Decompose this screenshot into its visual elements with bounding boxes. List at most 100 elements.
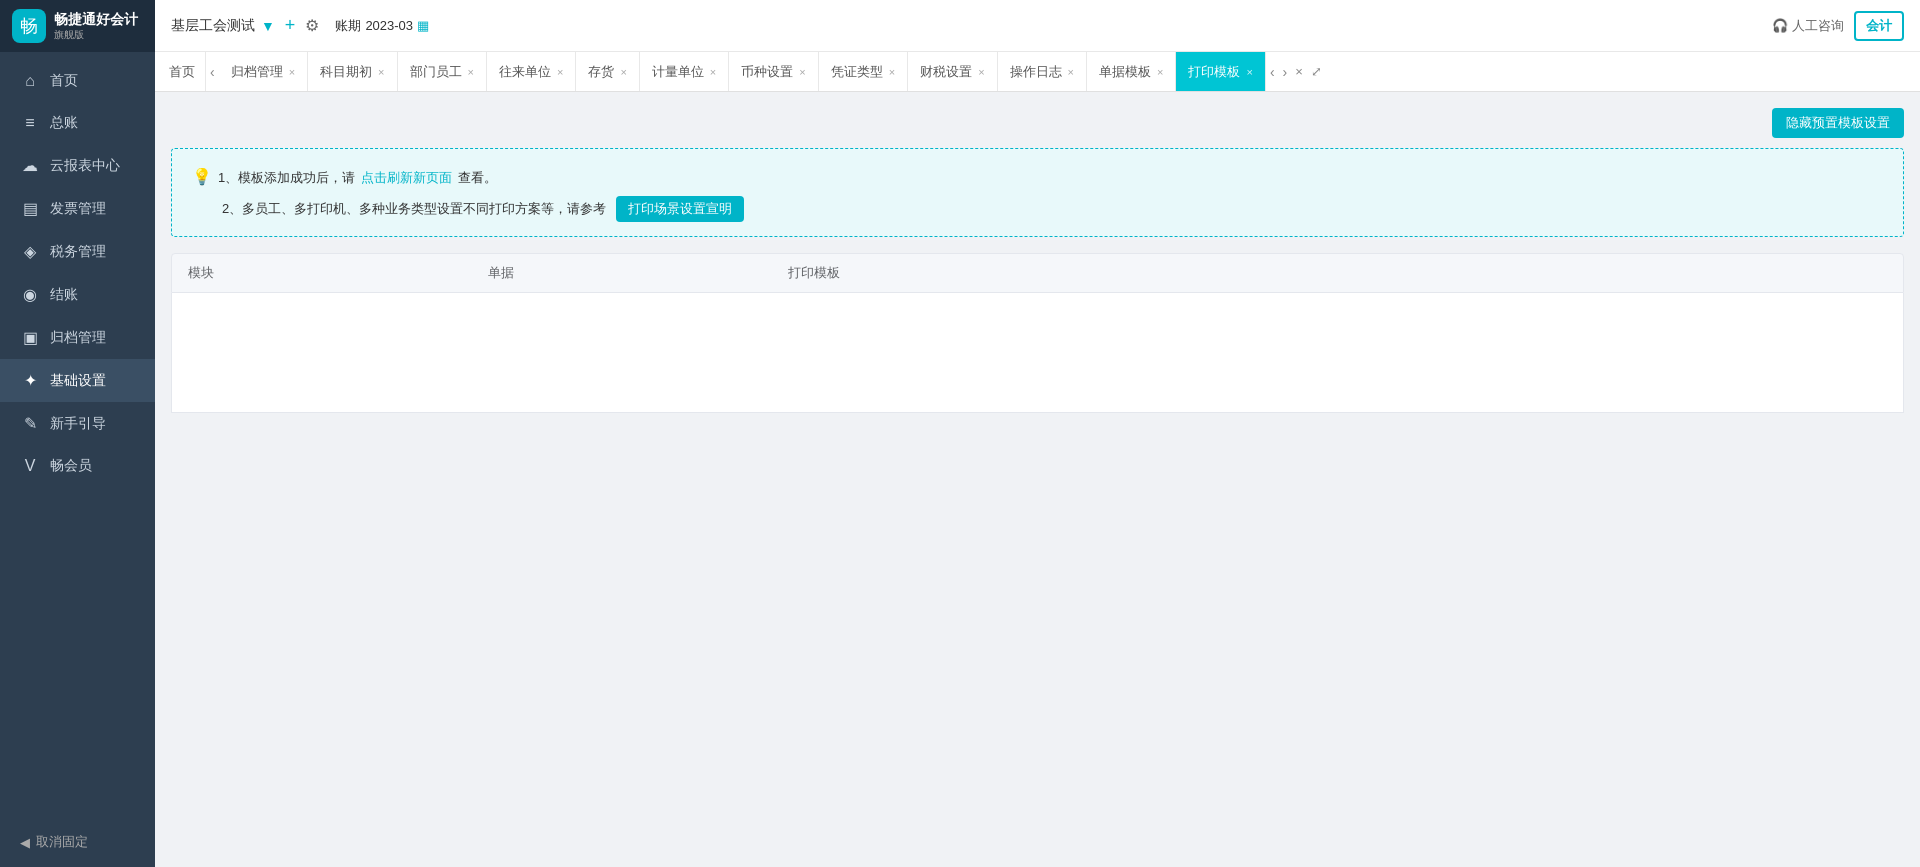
unpin-icon: ◀ bbox=[20, 835, 30, 850]
period-label: 账期 bbox=[335, 17, 361, 35]
tab-voucher[interactable]: 凭证类型 × bbox=[819, 52, 908, 92]
tab-stock-close[interactable]: × bbox=[620, 66, 626, 78]
calendar-icon[interactable]: ▦ bbox=[417, 18, 429, 33]
tab-partner-close[interactable]: × bbox=[557, 66, 563, 78]
tab-prev-icon[interactable]: ‹ bbox=[206, 64, 219, 80]
sidebar-item-settle[interactable]: ◉ 结账 bbox=[0, 273, 155, 316]
sidebar-item-basic[interactable]: ✦ 基础设置 bbox=[0, 359, 155, 402]
tab-tax-set[interactable]: 财税设置 × bbox=[908, 52, 997, 92]
tab-currency-label: 币种设置 bbox=[741, 63, 793, 81]
unpin-label: 取消固定 bbox=[36, 833, 88, 851]
explain-button[interactable]: 打印场景设置宣明 bbox=[616, 196, 744, 222]
topbar: 基层工会测试 ▼ + ⚙ 账期 2023-03 ▦ 🎧 人工咨询 会计 bbox=[155, 0, 1920, 52]
tab-print[interactable]: 打印模板 × bbox=[1176, 52, 1265, 92]
tab-next-btn[interactable]: › bbox=[1279, 64, 1292, 80]
col-module: 模块 bbox=[188, 264, 488, 282]
info-prefix: 1、模板添加成功后，请 bbox=[218, 166, 355, 189]
tab-currency-close[interactable]: × bbox=[799, 66, 805, 78]
logo-subtitle: 旗舰版 bbox=[54, 28, 138, 42]
sidebar-item-archive[interactable]: ▣ 归档管理 bbox=[0, 316, 155, 359]
cloud-icon: ☁ bbox=[20, 156, 40, 175]
tab-oplog[interactable]: 操作日志 × bbox=[998, 52, 1087, 92]
hide-preview-button[interactable]: 隐藏预置模板设置 bbox=[1772, 108, 1904, 138]
kuaiji-label: 会计 bbox=[1866, 18, 1892, 33]
company-dropdown-icon[interactable]: ▼ bbox=[261, 18, 275, 34]
tab-oplog-close[interactable]: × bbox=[1068, 66, 1074, 78]
sidebar-item-guide[interactable]: ✎ 新手引导 bbox=[0, 402, 155, 445]
bulb-icon: 💡 bbox=[192, 163, 212, 192]
tabbar: 首页 ‹ 归档管理 × 科目期初 × 部门员工 × 往来单位 × 存货 × 计量… bbox=[155, 52, 1920, 92]
sidebar-item-tax[interactable]: ◈ 税务管理 bbox=[0, 230, 155, 273]
tab-home[interactable]: 首页 bbox=[159, 52, 206, 92]
settle-icon: ◉ bbox=[20, 285, 40, 304]
refresh-link[interactable]: 点击刷新新页面 bbox=[361, 166, 452, 189]
info-box: 💡 1、模板添加成功后，请 点击刷新新页面 查看。 2、多员工、多打印机、多种业… bbox=[171, 148, 1904, 237]
sidebar-item-label: 税务管理 bbox=[50, 243, 106, 261]
tab-close-all-btn[interactable]: × bbox=[1291, 64, 1307, 79]
tab-bill-close[interactable]: × bbox=[1157, 66, 1163, 78]
tab-stock[interactable]: 存货 × bbox=[576, 52, 639, 92]
col-bill: 单据 bbox=[488, 264, 788, 282]
tab-subject[interactable]: 科目期初 × bbox=[308, 52, 397, 92]
archive-icon: ▣ bbox=[20, 328, 40, 347]
settings-icon[interactable]: ⚙ bbox=[305, 16, 319, 35]
home-icon: ⌂ bbox=[20, 72, 40, 90]
sidebar-item-label: 总账 bbox=[50, 114, 78, 132]
tab-unit-close[interactable]: × bbox=[710, 66, 716, 78]
tab-unit-label: 计量单位 bbox=[652, 63, 704, 81]
sidebar-item-label: 结账 bbox=[50, 286, 78, 304]
add-company-button[interactable]: + bbox=[285, 15, 296, 36]
tab-unit[interactable]: 计量单位 × bbox=[640, 52, 729, 92]
period-value: 2023-03 bbox=[365, 18, 413, 33]
info-suffix: 查看。 bbox=[458, 166, 497, 189]
support-button[interactable]: 🎧 人工咨询 bbox=[1772, 17, 1844, 35]
tab-dept-close[interactable]: × bbox=[468, 66, 474, 78]
tab-archive[interactable]: 归档管理 × bbox=[219, 52, 308, 92]
sidebar-item-ledger[interactable]: ≡ 总账 bbox=[0, 102, 155, 144]
table-body bbox=[171, 293, 1904, 413]
tab-prev-btn[interactable]: ‹ bbox=[1266, 64, 1279, 80]
info-line-2: 2、多员工、多打印机、多种业务类型设置不同打印方案等，请参考 打印场景设置宣明 bbox=[192, 196, 1883, 222]
sidebar-unpin[interactable]: ◀ 取消固定 bbox=[0, 817, 155, 867]
tab-partner-label: 往来单位 bbox=[499, 63, 551, 81]
guide-icon: ✎ bbox=[20, 414, 40, 433]
info-line2-text: 2、多员工、多打印机、多种业务类型设置不同打印方案等，请参考 bbox=[222, 197, 606, 220]
logo-icon: 畅 bbox=[12, 9, 46, 43]
tab-currency[interactable]: 币种设置 × bbox=[729, 52, 818, 92]
tab-home-label: 首页 bbox=[169, 63, 195, 81]
tab-voucher-close[interactable]: × bbox=[889, 66, 895, 78]
content-area: 隐藏预置模板设置 💡 1、模板添加成功后，请 点击刷新新页面 查看。 2、多员工… bbox=[155, 92, 1920, 867]
sidebar-item-label: 基础设置 bbox=[50, 372, 106, 390]
table-header: 模块 单据 打印模板 bbox=[171, 253, 1904, 293]
tab-subject-close[interactable]: × bbox=[378, 66, 384, 78]
sidebar: 畅 畅捷通好会计 旗舰版 ⌂ 首页 ≡ 总账 ☁ 云报表中心 ▤ 发票管理 ◈ … bbox=[0, 0, 155, 867]
sidebar-item-vip[interactable]: V 畅会员 bbox=[0, 445, 155, 487]
tab-archive-close[interactable]: × bbox=[289, 66, 295, 78]
tab-expand-btn[interactable]: ⤢ bbox=[1307, 64, 1326, 79]
tab-print-close[interactable]: × bbox=[1246, 66, 1252, 78]
tab-tax-set-close[interactable]: × bbox=[978, 66, 984, 78]
tab-bill-label: 单据模板 bbox=[1099, 63, 1151, 81]
tab-subject-label: 科目期初 bbox=[320, 63, 372, 81]
sidebar-item-label: 发票管理 bbox=[50, 200, 106, 218]
sidebar-item-label: 归档管理 bbox=[50, 329, 106, 347]
sidebar-item-label: 新手引导 bbox=[50, 415, 106, 433]
tab-dept[interactable]: 部门员工 × bbox=[398, 52, 487, 92]
sidebar-item-reports[interactable]: ☁ 云报表中心 bbox=[0, 144, 155, 187]
period-info: 账期 2023-03 ▦ bbox=[335, 17, 429, 35]
tab-archive-label: 归档管理 bbox=[231, 63, 283, 81]
kuaiji-button[interactable]: 会计 bbox=[1854, 11, 1904, 41]
info-line-1: 💡 1、模板添加成功后，请 点击刷新新页面 查看。 bbox=[192, 163, 1883, 192]
company-label: 基层工会测试 bbox=[171, 17, 255, 35]
sidebar-item-invoice[interactable]: ▤ 发票管理 bbox=[0, 187, 155, 230]
tab-partner[interactable]: 往来单位 × bbox=[487, 52, 576, 92]
tab-oplog-label: 操作日志 bbox=[1010, 63, 1062, 81]
company-name: 基层工会测试 ▼ bbox=[171, 17, 275, 35]
main-area: 基层工会测试 ▼ + ⚙ 账期 2023-03 ▦ 🎧 人工咨询 会计 首页 ‹… bbox=[155, 0, 1920, 867]
sidebar-item-label: 首页 bbox=[50, 72, 78, 90]
tab-print-label: 打印模板 bbox=[1188, 63, 1240, 81]
tab-tax-set-label: 财税设置 bbox=[920, 63, 972, 81]
topbar-right: 🎧 人工咨询 会计 bbox=[1772, 11, 1904, 41]
tab-bill[interactable]: 单据模板 × bbox=[1087, 52, 1176, 92]
sidebar-item-home[interactable]: ⌂ 首页 bbox=[0, 60, 155, 102]
